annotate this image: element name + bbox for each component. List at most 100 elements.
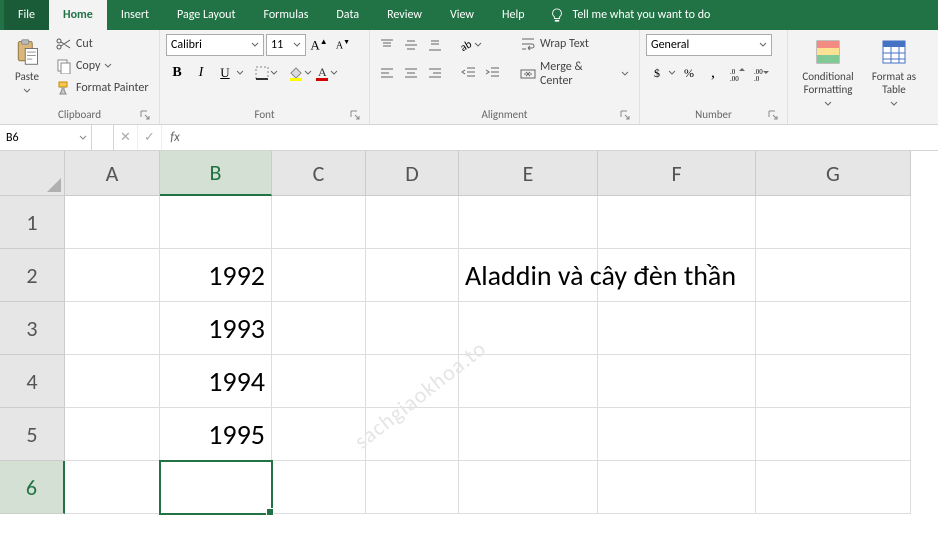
cell-F2[interactable] [598, 249, 756, 302]
formula-input[interactable] [188, 125, 938, 150]
cell-A5[interactable] [65, 408, 160, 461]
number-format-select[interactable]: General [646, 34, 772, 56]
decrease-font-button[interactable]: A▼ [332, 34, 354, 56]
increase-font-button[interactable]: A▲ [308, 34, 330, 56]
cell-D3[interactable] [366, 302, 459, 355]
column-header-F[interactable]: F [598, 151, 756, 196]
cell-G1[interactable] [756, 196, 911, 249]
accounting-format-button[interactable]: $ [646, 62, 676, 84]
cell-G4[interactable] [756, 355, 911, 408]
cell-E4[interactable] [459, 355, 598, 408]
cell-E6[interactable] [459, 461, 598, 514]
wrap-text-button[interactable]: Wrap Text [516, 34, 633, 54]
number-launcher[interactable] [767, 109, 779, 121]
fx-icon[interactable]: fx [162, 125, 188, 150]
decrease-indent-button[interactable] [458, 62, 480, 84]
cell-D5[interactable] [366, 408, 459, 461]
cell-D2[interactable] [366, 249, 459, 302]
conditional-formatting-button[interactable]: Conditional Formatting [794, 34, 862, 119]
cell-D4[interactable] [366, 355, 459, 408]
align-top-button[interactable] [376, 34, 398, 56]
cell-D1[interactable] [366, 196, 459, 249]
increase-decimal-button[interactable]: .0.00 [726, 62, 748, 84]
font-color-button[interactable]: A [314, 65, 338, 81]
column-header-C[interactable]: C [272, 151, 366, 196]
column-header-G[interactable]: G [756, 151, 911, 196]
format-as-table-button[interactable]: Format as Table [866, 34, 922, 119]
tab-home[interactable]: Home [49, 0, 107, 30]
cell-B1[interactable] [160, 196, 272, 249]
cell-G6[interactable] [756, 461, 911, 514]
cell-B4[interactable]: 1994 [160, 355, 272, 408]
cut-button[interactable]: Cut [52, 34, 153, 54]
cell-E5[interactable] [459, 408, 598, 461]
row-header-2[interactable]: 2 [0, 249, 65, 302]
cell-C5[interactable] [272, 408, 366, 461]
tell-me-search[interactable]: Tell me what you want to do [549, 0, 711, 30]
chevron-down-icon[interactable] [236, 69, 244, 77]
column-header-D[interactable]: D [366, 151, 459, 196]
column-header-A[interactable]: A [65, 151, 160, 196]
cell-G3[interactable] [756, 302, 911, 355]
font-name-select[interactable]: Calibri [166, 34, 264, 56]
cell-C1[interactable] [272, 196, 366, 249]
row-header-6[interactable]: 6 [0, 461, 65, 514]
select-all-corner[interactable] [0, 151, 65, 196]
cell-E3[interactable] [459, 302, 598, 355]
cell-G5[interactable] [756, 408, 911, 461]
font-size-select[interactable]: 11 [266, 34, 306, 56]
paste-button[interactable]: Paste [6, 34, 48, 106]
align-center-button[interactable] [400, 62, 422, 84]
copy-button[interactable]: Copy [52, 56, 153, 76]
cell-F1[interactable] [598, 196, 756, 249]
cell-A1[interactable] [65, 196, 160, 249]
cell-B3[interactable]: 1993 [160, 302, 272, 355]
cell-F6[interactable] [598, 461, 756, 514]
cell-C3[interactable] [272, 302, 366, 355]
cell-A6[interactable] [65, 461, 160, 514]
cancel-formula-button[interactable]: ✕ [114, 125, 138, 150]
row-header-3[interactable]: 3 [0, 302, 65, 355]
column-header-E[interactable]: E [459, 151, 598, 196]
tab-page-layout[interactable]: Page Layout [163, 0, 249, 30]
cell-B5[interactable]: 1995 [160, 408, 272, 461]
cell-A4[interactable] [65, 355, 160, 408]
underline-button[interactable]: U [214, 62, 236, 84]
increase-indent-button[interactable] [482, 62, 504, 84]
name-box[interactable]: B6 [0, 125, 92, 150]
tab-help[interactable]: Help [488, 0, 539, 30]
cell-F3[interactable] [598, 302, 756, 355]
cell-E1[interactable] [459, 196, 598, 249]
percent-button[interactable]: % [678, 62, 700, 84]
align-right-button[interactable] [424, 62, 446, 84]
cell-C4[interactable] [272, 355, 366, 408]
cell-A2[interactable] [65, 249, 160, 302]
cell-B2[interactable]: 1992 [160, 249, 272, 302]
tab-review[interactable]: Review [373, 0, 436, 30]
tab-file[interactable]: File [4, 0, 49, 30]
cell-D6[interactable] [366, 461, 459, 514]
decrease-decimal-button[interactable]: .00.0 [750, 62, 772, 84]
tab-formulas[interactable]: Formulas [249, 0, 322, 30]
format-painter-button[interactable]: Format Painter [52, 78, 153, 98]
cell-E2[interactable]: Aladdin và cây đèn thần [459, 249, 598, 302]
tab-data[interactable]: Data [322, 0, 373, 30]
cell-G2[interactable] [756, 249, 911, 302]
tab-view[interactable]: View [436, 0, 488, 30]
cell-F5[interactable] [598, 408, 756, 461]
cell-C2[interactable] [272, 249, 366, 302]
clipboard-launcher[interactable] [139, 109, 151, 121]
font-launcher[interactable] [349, 109, 361, 121]
align-middle-button[interactable] [400, 34, 422, 56]
column-header-B[interactable]: B [160, 151, 272, 196]
bold-button[interactable]: B [166, 62, 188, 84]
italic-button[interactable]: I [190, 62, 212, 84]
merge-center-button[interactable]: Merge & Center [516, 58, 633, 90]
row-header-4[interactable]: 4 [0, 355, 65, 408]
align-left-button[interactable] [376, 62, 398, 84]
cell-A3[interactable] [65, 302, 160, 355]
comma-button[interactable]: , [702, 62, 724, 84]
align-bottom-button[interactable] [424, 34, 446, 56]
border-button[interactable] [254, 65, 278, 81]
alignment-launcher[interactable] [619, 109, 631, 121]
